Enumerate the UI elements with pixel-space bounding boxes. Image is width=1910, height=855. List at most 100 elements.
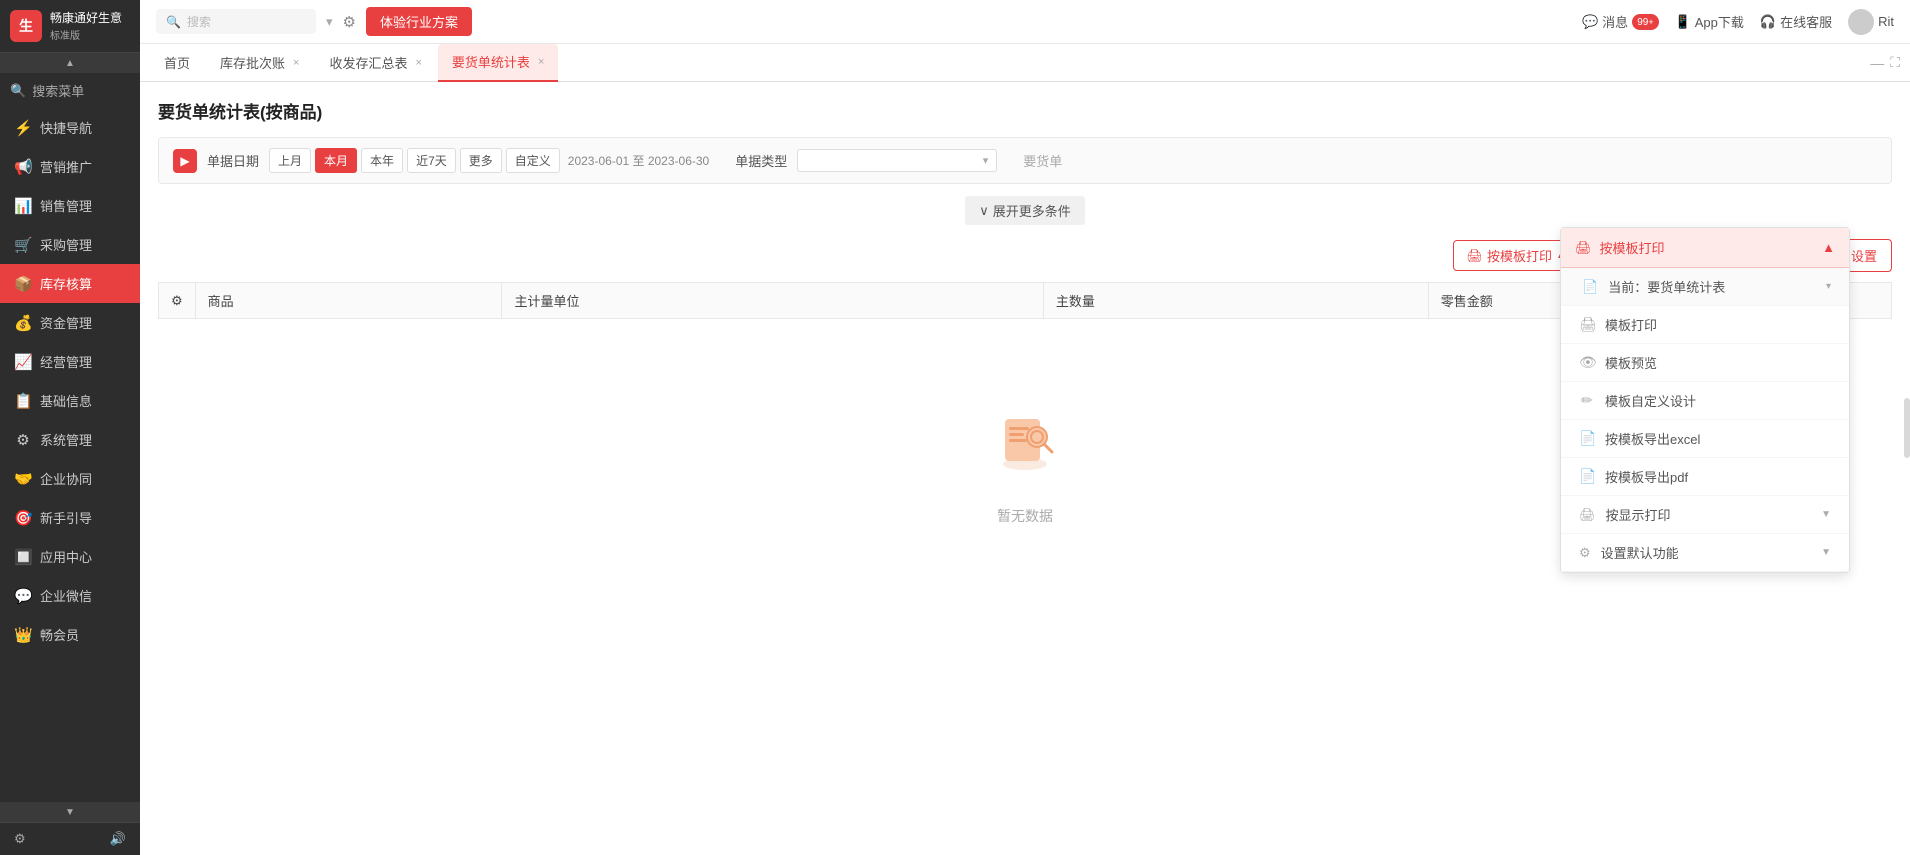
print-dropdown-default-func[interactable]: ⚙ 设置默认功能 ▼	[1561, 534, 1849, 572]
filter-order-type-label: 单据类型	[735, 151, 787, 170]
user-avatar-area[interactable]: Rit	[1848, 9, 1894, 35]
print-dropdown-current-template[interactable]: 📄 当前：要货单统计表 ▾	[1561, 268, 1849, 306]
sidebar-item-label: 新手引导	[40, 508, 92, 527]
appstore-icon: 🔲	[14, 548, 32, 566]
print-dropdown-item-template-preview[interactable]: 👁 模板预览	[1561, 344, 1849, 382]
empty-state-text: 暂无数据	[997, 506, 1053, 526]
print-dropdown-display-print[interactable]: 🖨 按显示打印 ▼	[1561, 496, 1849, 534]
empty-state-icon	[985, 399, 1065, 494]
default-func-left: ⚙ 设置默认功能	[1579, 543, 1679, 562]
online-service-icon: 🎧	[1760, 14, 1776, 30]
print-template-icon: 🖨	[1466, 248, 1483, 264]
sidebar-item-quick-nav[interactable]: ⚡ 快捷导航	[0, 108, 140, 147]
quick-nav-icon: ⚡	[14, 119, 32, 137]
default-func-icon: ⚙	[1579, 545, 1591, 561]
marketing-icon: 📢	[14, 158, 32, 176]
sidebar-item-member[interactable]: 👑 畅会员	[0, 615, 140, 654]
topbar-dropdown-arrow[interactable]: ▾	[326, 14, 333, 30]
tab-receipt-summary[interactable]: 收发存汇总表 ×	[315, 44, 435, 82]
print-dropdown-item-template-pdf[interactable]: 📄 按模板导出pdf	[1561, 458, 1849, 496]
sidebar-item-inventory[interactable]: 📦 库存核算	[0, 264, 140, 303]
sidebar-audio-icon[interactable]: 🔊	[110, 831, 126, 847]
sidebar-item-operation[interactable]: 📈 经营管理	[0, 342, 140, 381]
sidebar-item-system[interactable]: ⚙ 系统管理	[0, 420, 140, 459]
template-print-icon: 🖨	[1579, 316, 1595, 333]
online-service-button[interactable]: 🎧 在线客服	[1760, 12, 1832, 31]
sidebar-item-marketing[interactable]: 📢 营销推广	[0, 147, 140, 186]
sidebar-item-appstore[interactable]: 🔲 应用中心	[0, 537, 140, 576]
sidebar-footer: ⚙ 🔊	[0, 822, 140, 855]
sidebar-item-sales[interactable]: 📊 销售管理	[0, 186, 140, 225]
sidebar-item-wechat[interactable]: 💬 企业微信	[0, 576, 140, 615]
print-dropdown-header[interactable]: 🖨 按模板打印 ▲	[1561, 228, 1849, 268]
sidebar-nav: ⚡ 快捷导航 📢 营销推广 📊 销售管理 🛒 采购管理 📦 库存核算 💰 资金管…	[0, 108, 140, 802]
print-template-label: 按模板打印	[1487, 246, 1552, 265]
print-dropdown-close-area: ▲	[1822, 240, 1835, 255]
inventory-icon: 📦	[14, 275, 32, 293]
template-pdf-label: 按模板导出pdf	[1605, 467, 1688, 486]
sidebar-scroll-down[interactable]: ▼	[0, 802, 140, 822]
filter-date-group: 上月 本月 本年 近7天 更多 自定义 2023-06-01 至 2023-06…	[269, 148, 709, 173]
filter-goods-label: 要货单	[1023, 151, 1062, 170]
resize-handle[interactable]	[1904, 398, 1910, 458]
sales-icon: 📊	[14, 197, 32, 215]
message-icon: 💬	[1582, 14, 1598, 30]
sidebar-item-purchase[interactable]: 🛒 采购管理	[0, 225, 140, 264]
wechat-icon: 💬	[14, 587, 32, 605]
filter-expand-button[interactable]: ▶	[173, 149, 197, 173]
tab-receipt-summary-close[interactable]: ×	[415, 57, 421, 69]
filter-order-type-chevron: ▾	[983, 154, 989, 167]
guide-icon: 🎯	[14, 509, 32, 527]
filter-btn-more[interactable]: 更多	[460, 148, 502, 173]
filter-btn-this-year[interactable]: 本年	[361, 148, 403, 173]
search-icon: 🔍	[10, 83, 26, 99]
current-template-label: 当前：要货单统计表	[1608, 277, 1725, 296]
filter-btn-this-month[interactable]: 本月	[315, 148, 357, 173]
filter-order-type-select[interactable]: ▾	[797, 149, 997, 172]
content-area: 要货单统计表(按商品) ▶ 单据日期 上月 本月 本年 近7天 更多 自定义 2…	[140, 82, 1910, 855]
topbar-search-box[interactable]: 🔍 搜索	[156, 9, 316, 34]
sidebar-item-finance[interactable]: 💰 资金管理	[0, 303, 140, 342]
print-dropdown-item-template-excel[interactable]: 📄 按模板导出excel	[1561, 420, 1849, 458]
expand-more-button[interactable]: ∨ 展开更多条件	[965, 196, 1085, 225]
app-download-button[interactable]: 📱 App下载	[1675, 12, 1744, 31]
app-download-label: App下载	[1695, 12, 1744, 31]
tab-minimize-button[interactable]: —	[1870, 55, 1884, 71]
sidebar: 生 畅康通好生意 标准版 ▲ 🔍 搜索菜单 ⚡ 快捷导航 📢 营销推广 📊 销售…	[0, 0, 140, 855]
tab-order-stats-label: 要货单统计表	[452, 52, 530, 71]
print-dropdown-item-template-print[interactable]: 🖨 模板打印	[1561, 306, 1849, 344]
table-col-settings[interactable]: ⚙	[159, 283, 196, 319]
template-excel-icon: 📄	[1579, 430, 1595, 447]
tabbar: 首页 库存批次账 × 收发存汇总表 × 要货单统计表 × — ⛶	[140, 44, 1910, 82]
topbar-search-icon: 🔍	[166, 15, 181, 29]
table-col-quantity: 主数量	[1043, 283, 1428, 319]
sidebar-item-guide[interactable]: 🎯 新手引导	[0, 498, 140, 537]
sidebar-item-basic-info[interactable]: 📋 基础信息	[0, 381, 140, 420]
print-dropdown-close-btn[interactable]: ▲	[1822, 240, 1835, 255]
sidebar-search[interactable]: 🔍 搜索菜单	[0, 73, 140, 108]
table-settings-icon[interactable]: ⚙	[171, 293, 183, 308]
tab-maximize-button[interactable]: ⛶	[1890, 54, 1900, 71]
filter-btn-7days[interactable]: 近7天	[407, 148, 456, 173]
main-area: 🔍 搜索 ▾ ⚙ 体验行业方案 💬 消息 99+ 📱 App下载 🎧 在线客服	[140, 0, 1910, 855]
tab-order-stats-close[interactable]: ×	[538, 56, 544, 68]
template-preview-label: 模板预览	[1605, 353, 1657, 372]
tab-order-stats[interactable]: 要货单统计表 ×	[438, 44, 558, 82]
tab-batch-account-close[interactable]: ×	[293, 57, 299, 69]
tab-home[interactable]: 首页	[150, 44, 204, 82]
message-button[interactable]: 💬 消息 99+	[1582, 12, 1659, 31]
print-dropdown-item-template-custom[interactable]: ✏ 模板自定义设计	[1561, 382, 1849, 420]
template-custom-label: 模板自定义设计	[1605, 391, 1696, 410]
app-badge: 标准版	[50, 27, 122, 42]
sidebar-item-label: 营销推广	[40, 157, 92, 176]
tab-batch-account[interactable]: 库存批次账 ×	[206, 44, 313, 82]
sidebar-settings-icon[interactable]: ⚙	[14, 831, 26, 847]
sidebar-item-collab[interactable]: 🤝 企业协同	[0, 459, 140, 498]
sidebar-scroll-up[interactable]: ▲	[0, 53, 140, 73]
finance-icon: 💰	[14, 314, 32, 332]
trial-button[interactable]: 体验行业方案	[366, 7, 472, 36]
purchase-icon: 🛒	[14, 236, 32, 254]
topbar-gear-icon[interactable]: ⚙	[343, 13, 356, 31]
filter-btn-custom[interactable]: 自定义	[506, 148, 560, 173]
filter-btn-last-month[interactable]: 上月	[269, 148, 311, 173]
